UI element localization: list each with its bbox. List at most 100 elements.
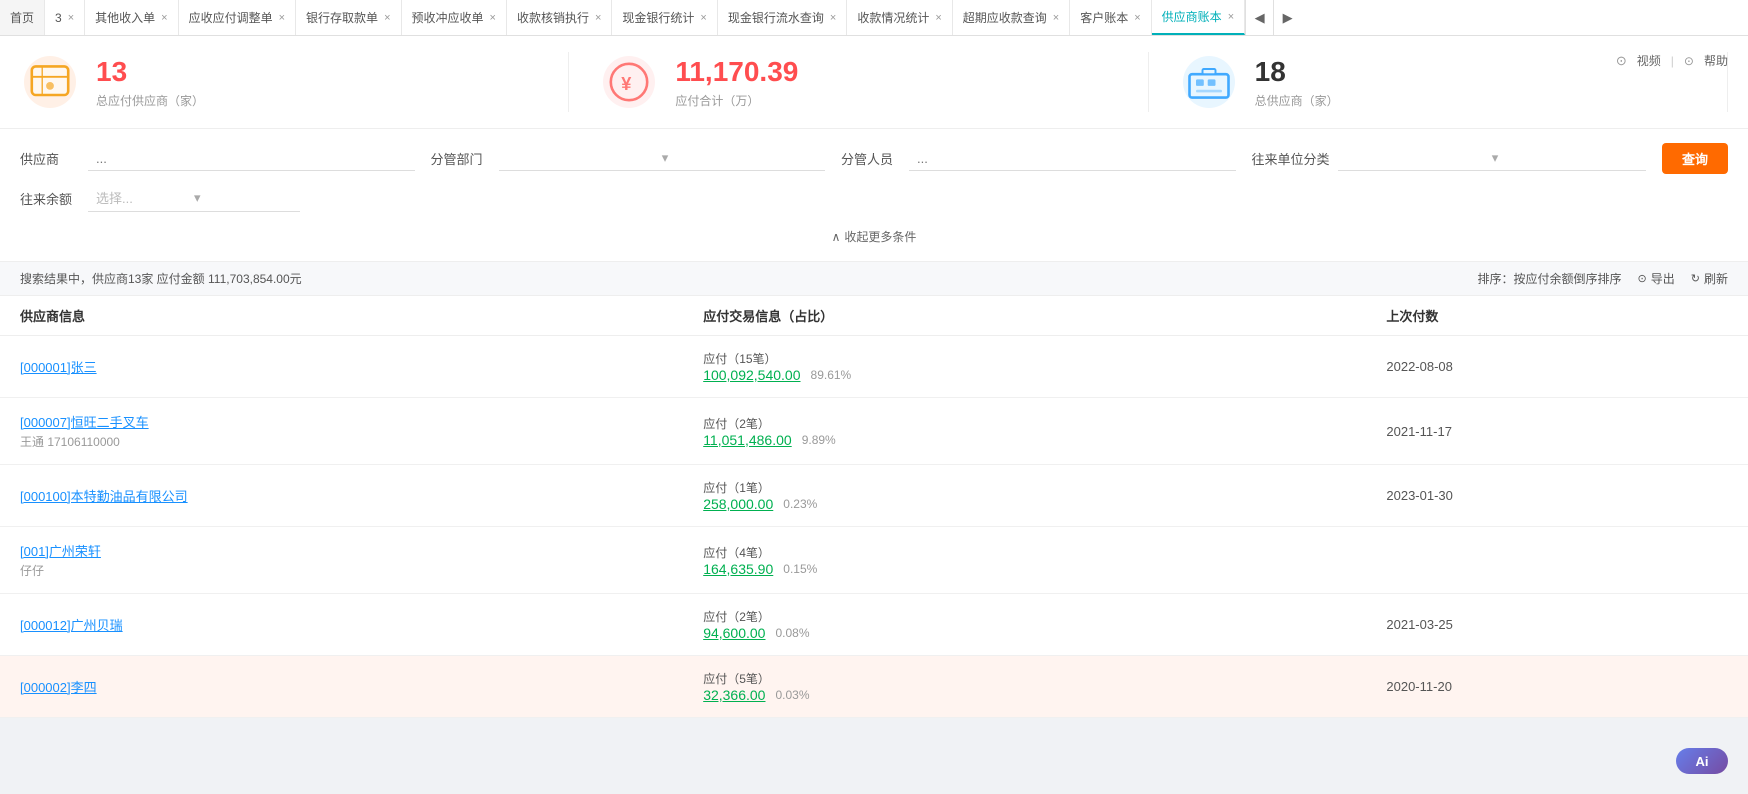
data-table: 供应商信息 应付交易信息（占比） 上次付数 [000001]张三 应付（15笔）…: [0, 296, 1748, 718]
stat-label-supplier: 总应付供应商（家）: [96, 92, 204, 109]
nav-tab-advance-collect-label: 预收冲应收单: [412, 9, 484, 26]
refresh-label: 刷新: [1704, 270, 1728, 287]
nav-tab-customer-account-label: 客户账本: [1080, 9, 1128, 26]
trans-amount-4[interactable]: 94,600.00: [703, 625, 765, 641]
question-icon: ⊙: [1684, 54, 1694, 68]
nav-tab-collection-check-label: 收款核销执行: [517, 9, 589, 26]
trans-amount-2[interactable]: 258,000.00: [703, 496, 773, 512]
stat-block-supplier: 13 总应付供应商（家）: [20, 52, 569, 112]
trans-amount-3[interactable]: 164,635.90: [703, 561, 773, 577]
supplier-filter-label: 供应商: [20, 149, 80, 168]
trans-amount-0[interactable]: 100,092,540.00: [703, 367, 800, 383]
filter-row-1: 供应商 分管部门 ▾ 分管人员 往来单位分类 ▾ 查询: [20, 143, 1728, 174]
trans-label-0: 应付（15笔）: [703, 350, 1386, 367]
supplier-col-4: [000012]广州贝瑞: [20, 615, 703, 634]
balance-chevron-icon: ▾: [194, 190, 292, 206]
nav-tab-overdue-collect-label: 超期应收款查询: [963, 9, 1047, 26]
unit-cat-filter-select[interactable]: ▾: [1338, 146, 1646, 171]
nav-next-arrow[interactable]: ▶: [1273, 0, 1301, 35]
col-supplier-info: 供应商信息: [20, 306, 703, 325]
refresh-btn[interactable]: ↻ 刷新: [1691, 270, 1728, 287]
trans-percent-5: 0.03%: [775, 688, 809, 702]
trans-label-1: 应付（2笔）: [703, 415, 1386, 432]
nav-tab-collect-stat[interactable]: 收款情况统计 ×: [847, 0, 952, 35]
supplier-col-1: [000007]恒旺二手叉车 王通 17106110000: [20, 412, 703, 450]
supplier-link-3[interactable]: [001]广州荣轩: [20, 541, 703, 560]
filter-balance: 往来余额 选择... ▾: [20, 184, 300, 212]
nav-tab-overdue-collect-close[interactable]: ×: [1053, 12, 1059, 24]
supplier-link-0[interactable]: [000001]张三: [20, 357, 703, 376]
nav-tab-3-label: 3: [55, 11, 62, 25]
supplier-link-5[interactable]: [000002]李四: [20, 677, 703, 696]
nav-tab-3-close[interactable]: ×: [68, 12, 74, 24]
nav-tab-customer-account-close[interactable]: ×: [1134, 12, 1140, 24]
nav-tab-home[interactable]: 首页: [0, 0, 45, 35]
export-btn[interactable]: ⊙ 导出: [1638, 270, 1675, 287]
last-pay-0: 2022-08-08: [1386, 359, 1728, 374]
nav-tab-3[interactable]: 3 ×: [45, 0, 85, 35]
nav-tab-advance-collect[interactable]: 预收冲应收单 ×: [402, 0, 507, 35]
nav-tab-ap-adjustment-close[interactable]: ×: [279, 12, 285, 24]
nav-tab-other-income-close[interactable]: ×: [161, 12, 167, 24]
trans-amount-5[interactable]: 32,366.00: [703, 687, 765, 703]
nav-tab-other-income[interactable]: 其他收入单 ×: [85, 0, 178, 35]
filter-manager: 分管人员: [841, 147, 1236, 171]
stats-header: 13 总应付供应商（家） ¥ 11,170.39 应付合计（万）: [0, 36, 1748, 129]
last-pay-2: 2023-01-30: [1386, 488, 1728, 503]
col-last-pay: 上次付数: [1386, 306, 1728, 325]
query-button[interactable]: 查询: [1662, 143, 1728, 174]
help-btn[interactable]: 帮助: [1704, 52, 1728, 69]
actions-divider: |: [1671, 54, 1674, 68]
nav-tab-collection-check-close[interactable]: ×: [595, 12, 601, 24]
supplier-link-2[interactable]: [000100]本特勤油品有限公司: [20, 486, 703, 505]
nav-prev-arrow[interactable]: ◀: [1245, 0, 1273, 35]
trans-amount-1[interactable]: 11,051,486.00: [703, 432, 792, 448]
stat-value-amount: 11,170.39: [675, 55, 798, 89]
stat-icon-supplier: [20, 52, 80, 112]
trans-col-2: 应付（1笔） 258,000.00 0.23%: [703, 479, 1386, 512]
nav-tab-cash-bank-flow[interactable]: 现金银行流水查询 ×: [718, 0, 847, 35]
top-navigation: 首页 3 × 其他收入单 × 应收应付调整单 × 银行存取款单 × 预收冲应收单…: [0, 0, 1748, 36]
nav-tab-cash-bank-flow-close[interactable]: ×: [830, 12, 836, 24]
balance-filter-label: 往来余额: [20, 189, 80, 208]
nav-tab-cash-bank-stat-close[interactable]: ×: [700, 12, 706, 24]
results-summary: 搜索结果中，供应商13家 应付金额 111,703,854.00元: [20, 270, 302, 287]
nav-tab-overdue-collect[interactable]: 超期应收款查询 ×: [953, 0, 1070, 35]
stat-icon-amount: ¥: [599, 52, 659, 112]
balance-filter-select[interactable]: 选择... ▾: [88, 184, 300, 212]
supplier-sub-1: 王通 17106110000: [20, 433, 703, 450]
ai-label: Ai: [1696, 754, 1709, 769]
last-pay-5: 2020-11-20: [1386, 679, 1728, 694]
video-btn[interactable]: 视频: [1637, 52, 1661, 69]
stat-icon-total: [1179, 52, 1239, 112]
col-trans-info: 应付交易信息（占比）: [703, 306, 1386, 325]
ai-button[interactable]: Ai: [1676, 748, 1728, 774]
nav-tab-supplier-account[interactable]: 供应商账本 ×: [1152, 0, 1245, 35]
dept-filter-select[interactable]: ▾: [499, 146, 826, 171]
manager-filter-input[interactable]: [909, 147, 1236, 171]
collapse-chevron-icon: ∧: [832, 230, 841, 244]
supplier-link-1[interactable]: [000007]恒旺二手叉车: [20, 412, 703, 431]
nav-tab-bank-deposit[interactable]: 银行存取款单 ×: [296, 0, 401, 35]
trans-percent-2: 0.23%: [783, 497, 817, 511]
supplier-col-0: [000001]张三: [20, 357, 703, 376]
trans-label-5: 应付（5笔）: [703, 670, 1386, 687]
nav-tab-collect-stat-close[interactable]: ×: [935, 12, 941, 24]
trans-label-3: 应付（4笔）: [703, 544, 1386, 561]
nav-tab-customer-account[interactable]: 客户账本 ×: [1070, 0, 1151, 35]
nav-tab-cash-bank-stat[interactable]: 现金银行统计 ×: [612, 0, 717, 35]
nav-tab-bank-deposit-close[interactable]: ×: [384, 12, 390, 24]
nav-tab-advance-collect-close[interactable]: ×: [490, 12, 496, 24]
refresh-icon: ↻: [1691, 272, 1700, 285]
balance-filter-value: 选择...: [96, 188, 194, 207]
stat-value-supplier: 13: [96, 55, 204, 89]
collapse-bar[interactable]: ∧ 收起更多条件: [20, 222, 1728, 247]
supplier-link-4[interactable]: [000012]广州贝瑞: [20, 615, 703, 634]
nav-tab-supplier-account-close[interactable]: ×: [1228, 11, 1234, 23]
supplier-filter-input[interactable]: [88, 147, 415, 171]
sort-label[interactable]: 排序：按应付余额倒序排序: [1478, 270, 1622, 287]
nav-tab-ap-adjustment[interactable]: 应收应付调整单 ×: [179, 0, 296, 35]
nav-tab-collection-check[interactable]: 收款核销执行 ×: [507, 0, 612, 35]
table-row: [000100]本特勤油品有限公司 应付（1笔） 258,000.00 0.23…: [0, 465, 1748, 527]
table-row: [000001]张三 应付（15笔） 100,092,540.00 89.61%…: [0, 336, 1748, 398]
